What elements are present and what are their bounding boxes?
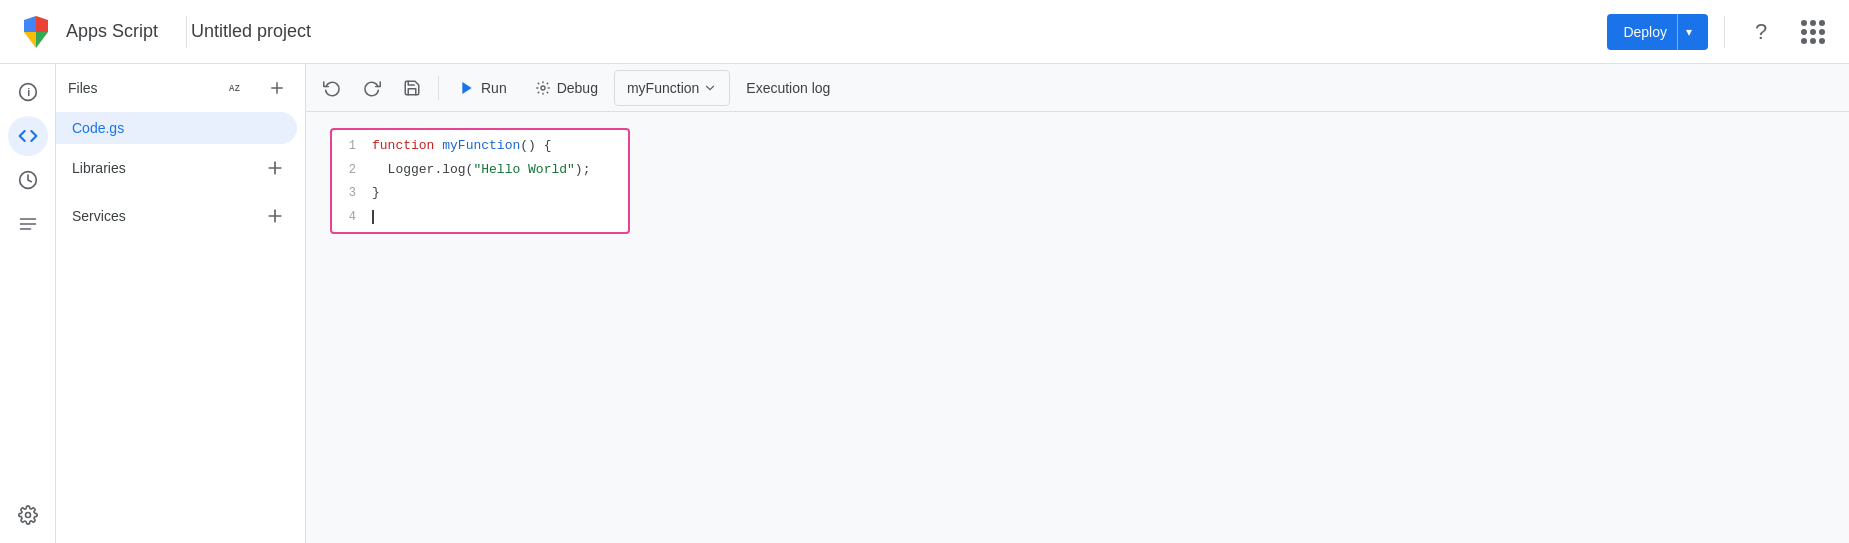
triggers-nav-button[interactable]	[8, 160, 48, 200]
files-title: Files	[68, 80, 213, 96]
line-content-1: function myFunction() {	[372, 134, 551, 157]
svg-marker-18	[462, 82, 471, 94]
run-icon	[459, 80, 475, 96]
icon-nav: i	[0, 64, 56, 543]
deploy-button[interactable]: Deploy ▾	[1607, 14, 1708, 50]
svg-point-19	[541, 86, 545, 90]
code-block: 1 function myFunction() { 2 Logger.log("…	[330, 128, 630, 234]
svg-point-10	[25, 513, 30, 518]
line-content-2: Logger.log("Hello World");	[372, 158, 590, 181]
file-panel-header: Files AZ	[56, 64, 305, 112]
execution-log-button[interactable]: Execution log	[734, 70, 842, 106]
undo-button[interactable]	[314, 70, 350, 106]
apps-grid-button[interactable]	[1793, 12, 1833, 52]
app-name: Apps Script	[66, 21, 158, 42]
services-header[interactable]: Services	[56, 196, 305, 236]
toolbar: Run Debug myFunction Execution log	[306, 64, 1849, 112]
services-section: Services	[56, 192, 305, 240]
debug-label: Debug	[557, 80, 598, 96]
file-item-code-gs[interactable]: Code.gs	[56, 112, 297, 144]
header: Apps Script Untitled project Deploy ▾ ?	[0, 0, 1849, 64]
info-icon: i	[18, 82, 38, 102]
main-container: i	[0, 64, 1849, 543]
project-name[interactable]: Untitled project	[191, 21, 1607, 42]
code-line-1: 1 function myFunction() {	[340, 134, 620, 158]
add-library-button[interactable]	[261, 154, 289, 182]
libraries-section: Libraries	[56, 144, 305, 192]
logo-area: Apps Script	[16, 12, 158, 52]
header-actions: Deploy ▾ ?	[1607, 12, 1833, 52]
code-nav-button[interactable]	[8, 116, 48, 156]
grid-icon	[1801, 20, 1825, 44]
libraries-title: Libraries	[72, 160, 261, 176]
add-icon	[268, 79, 286, 97]
file-panel: Files AZ Code.gs Libraries	[56, 64, 306, 543]
code-line-2: 2 Logger.log("Hello World");	[340, 158, 620, 182]
run-button[interactable]: Run	[447, 70, 519, 106]
redo-button[interactable]	[354, 70, 390, 106]
code-icon	[18, 126, 38, 146]
line-content-3: }	[372, 181, 380, 204]
save-button[interactable]	[394, 70, 430, 106]
settings-nav-button[interactable]	[8, 495, 48, 535]
add-file-button[interactable]	[261, 72, 293, 104]
info-nav-button[interactable]: i	[8, 72, 48, 112]
run-label: Run	[481, 80, 507, 96]
redo-icon	[363, 79, 381, 97]
editor-container: Run Debug myFunction Execution log	[306, 64, 1849, 543]
svg-marker-1	[36, 16, 48, 32]
help-button[interactable]: ?	[1741, 12, 1781, 52]
line-num-3: 3	[340, 183, 356, 205]
apps-script-logo	[16, 12, 56, 52]
function-name: myFunction	[627, 80, 699, 96]
function-selector[interactable]: myFunction	[614, 70, 730, 106]
debug-icon	[535, 80, 551, 96]
debug-button[interactable]: Debug	[523, 70, 610, 106]
add-service-button[interactable]	[261, 202, 289, 230]
icon-nav-bottom	[8, 495, 48, 543]
help-icon: ?	[1755, 19, 1767, 45]
svg-text:i: i	[27, 86, 30, 98]
execution-log-label: Execution log	[746, 80, 830, 96]
header-divider	[186, 16, 187, 48]
settings-icon	[18, 505, 38, 525]
code-line-4: 4	[340, 205, 620, 229]
code-line-3: 3 }	[340, 181, 620, 205]
clock-icon	[18, 170, 38, 190]
save-icon	[403, 79, 421, 97]
add-library-icon	[265, 158, 285, 178]
svg-text:AZ: AZ	[229, 84, 240, 93]
add-service-icon	[265, 206, 285, 226]
undo-icon	[323, 79, 341, 97]
svg-marker-2	[24, 32, 36, 48]
code-lines: 1 function myFunction() { 2 Logger.log("…	[340, 134, 620, 228]
text-cursor	[372, 210, 374, 224]
svg-marker-0	[24, 16, 36, 32]
svg-marker-3	[36, 32, 48, 48]
executions-nav-button[interactable]	[8, 204, 48, 244]
deploy-label: Deploy	[1623, 24, 1677, 40]
sort-files-button[interactable]: AZ	[221, 72, 253, 104]
libraries-header[interactable]: Libraries	[56, 148, 305, 188]
sort-az-icon: AZ	[228, 79, 246, 97]
line-num-2: 2	[340, 160, 356, 182]
editor-area[interactable]: 1 function myFunction() { 2 Logger.log("…	[306, 112, 1849, 543]
line-num-1: 1	[340, 136, 356, 158]
deploy-chevron-icon: ▾	[1677, 14, 1692, 50]
line-num-4: 4	[340, 207, 356, 229]
file-item-label: Code.gs	[72, 120, 124, 136]
services-title: Services	[72, 208, 261, 224]
function-chevron-icon	[703, 81, 717, 95]
toolbar-divider-1	[438, 76, 439, 100]
header-right-divider	[1724, 16, 1725, 48]
line-content-4	[372, 205, 374, 228]
list-icon	[18, 214, 38, 234]
